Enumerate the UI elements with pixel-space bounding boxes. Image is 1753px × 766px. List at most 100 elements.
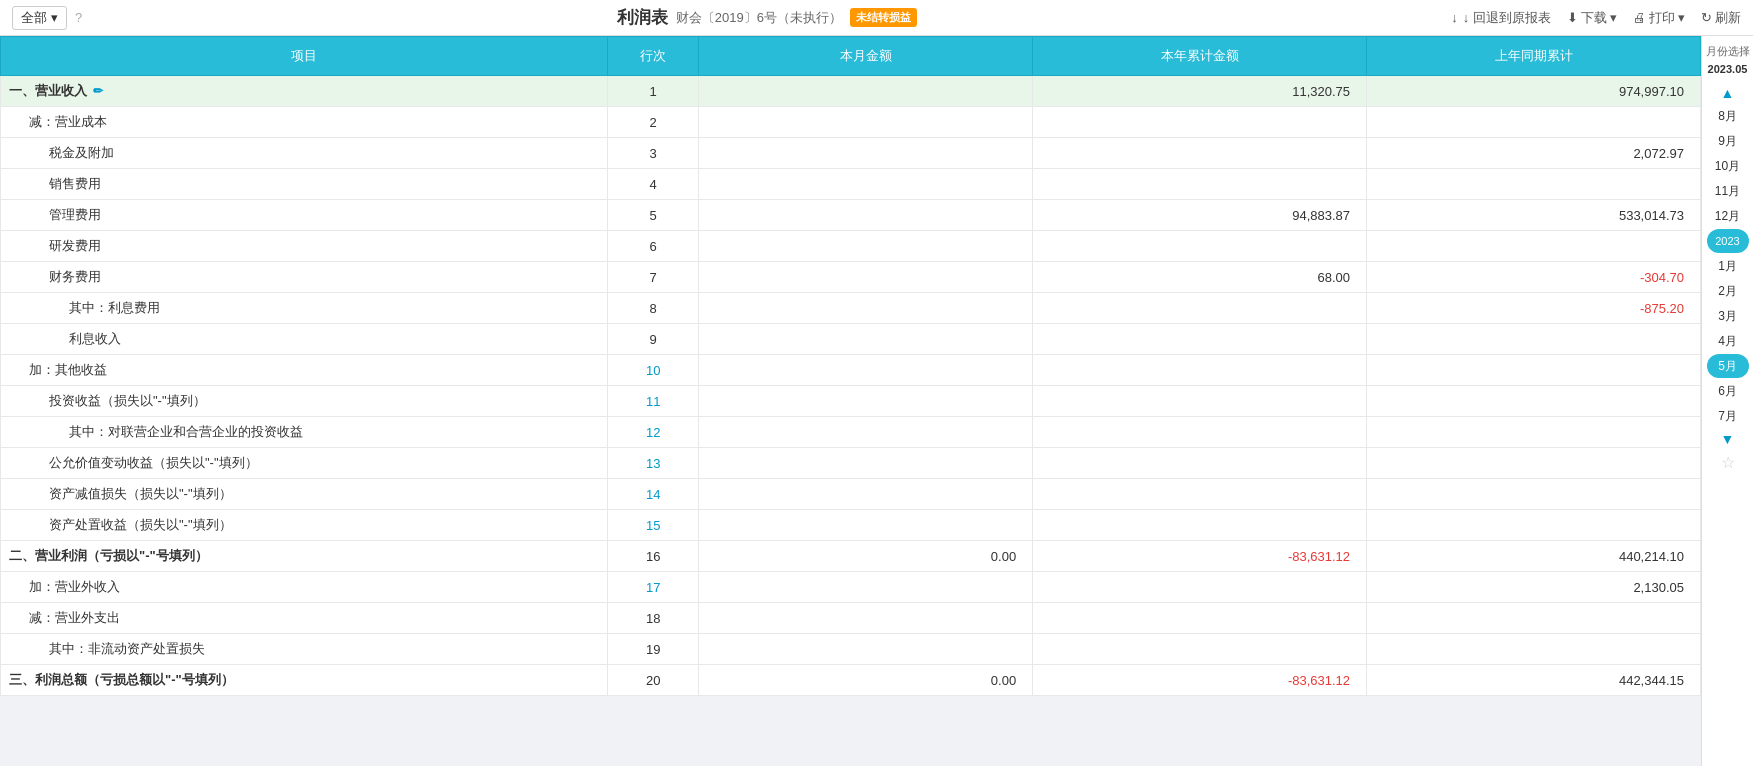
table-row: 公允价值变动收益（损失以"-"填列）13 bbox=[1, 448, 1701, 479]
table-row: 财务费用768.00-304.70 bbox=[1, 262, 1701, 293]
month-item[interactable]: 4月 bbox=[1707, 329, 1749, 353]
cell-month bbox=[699, 479, 1033, 510]
cell-rownum: 1 bbox=[608, 76, 699, 107]
col-header-rownum: 行次 bbox=[608, 37, 699, 76]
table-row: 减：营业成本2 bbox=[1, 107, 1701, 138]
cell-month bbox=[699, 355, 1033, 386]
cell-item: 研发费用 bbox=[1, 231, 608, 262]
cell-rownum[interactable]: 11 bbox=[608, 386, 699, 417]
table-row: 销售费用4 bbox=[1, 169, 1701, 200]
cell-year bbox=[1033, 634, 1367, 665]
month-item[interactable]: 3月 bbox=[1707, 304, 1749, 328]
cell-month bbox=[699, 510, 1033, 541]
cell-item: 销售费用 bbox=[1, 169, 608, 200]
cell-rownum[interactable]: 10 bbox=[608, 355, 699, 386]
cell-month bbox=[699, 107, 1033, 138]
month-item[interactable]: 2023 bbox=[1707, 229, 1749, 253]
cell-month: 0.00 bbox=[699, 665, 1033, 696]
month-selector-label: 月份选择 bbox=[1706, 44, 1750, 59]
cell-year bbox=[1033, 510, 1367, 541]
cell-month bbox=[699, 448, 1033, 479]
cell-prev: 2,130.05 bbox=[1367, 572, 1701, 603]
edit-icon[interactable]: ✏ bbox=[93, 84, 103, 98]
cell-month bbox=[699, 262, 1033, 293]
cell-item: 加：其他收益 bbox=[1, 355, 608, 386]
cell-rownum: 4 bbox=[608, 169, 699, 200]
table-row: 投资收益（损失以"-"填列）11 bbox=[1, 386, 1701, 417]
cell-prev bbox=[1367, 603, 1701, 634]
cell-rownum[interactable]: 15 bbox=[608, 510, 699, 541]
download-button[interactable]: ⬇ 下载 ▾ bbox=[1567, 9, 1617, 27]
cell-rownum: 2 bbox=[608, 107, 699, 138]
month-item[interactable]: 12月 bbox=[1707, 204, 1749, 228]
cell-month bbox=[699, 634, 1033, 665]
cell-item: 其中：对联营企业和合营企业的投资收益 bbox=[1, 417, 608, 448]
cell-rownum: 9 bbox=[608, 324, 699, 355]
month-item[interactable]: 8月 bbox=[1707, 104, 1749, 128]
cell-year bbox=[1033, 107, 1367, 138]
back-label: ↓ 回退到原报表 bbox=[1463, 9, 1551, 27]
table-row: 一、营业收入✏111,320.75974,997.10 bbox=[1, 76, 1701, 107]
cell-rownum: 19 bbox=[608, 634, 699, 665]
cell-rownum: 5 bbox=[608, 200, 699, 231]
print-button[interactable]: 🖨 打印 ▾ bbox=[1633, 9, 1685, 27]
cell-prev: 442,344.15 bbox=[1367, 665, 1701, 696]
cell-year bbox=[1033, 479, 1367, 510]
table-row: 研发费用6 bbox=[1, 231, 1701, 262]
report-table: 项目 行次 本月金额 本年累计金额 上年同期累计 一、营业收入✏111,320.… bbox=[0, 36, 1701, 696]
month-item[interactable]: 6月 bbox=[1707, 379, 1749, 403]
back-icon: ↓ bbox=[1451, 10, 1458, 25]
month-selector-year: 2023.05 bbox=[1708, 63, 1748, 75]
cell-year bbox=[1033, 572, 1367, 603]
refresh-button[interactable]: ↻ 刷新 bbox=[1701, 9, 1741, 27]
month-item[interactable]: 5月 bbox=[1707, 354, 1749, 378]
cell-rownum[interactable]: 14 bbox=[608, 479, 699, 510]
cell-prev: 533,014.73 bbox=[1367, 200, 1701, 231]
cell-rownum: 20 bbox=[608, 665, 699, 696]
cell-prev bbox=[1367, 107, 1701, 138]
cell-prev bbox=[1367, 417, 1701, 448]
cell-rownum: 6 bbox=[608, 231, 699, 262]
cell-year bbox=[1033, 355, 1367, 386]
month-nav-up[interactable]: ▲ bbox=[1714, 83, 1742, 103]
table-header-row: 项目 行次 本月金额 本年累计金额 上年同期累计 bbox=[1, 37, 1701, 76]
cell-rownum[interactable]: 12 bbox=[608, 417, 699, 448]
table-row: 减：营业外支出18 bbox=[1, 603, 1701, 634]
refresh-icon: ↻ bbox=[1701, 10, 1712, 25]
month-item[interactable]: 1月 bbox=[1707, 254, 1749, 278]
scope-selector[interactable]: 全部 ▾ bbox=[12, 6, 67, 30]
cell-prev bbox=[1367, 355, 1701, 386]
back-button[interactable]: ↓ ↓ 回退到原报表 bbox=[1451, 9, 1551, 27]
cell-month bbox=[699, 324, 1033, 355]
report-title: 利润表 bbox=[617, 6, 668, 29]
cell-year bbox=[1033, 603, 1367, 634]
top-bar-left: 全部 ▾ ? bbox=[12, 6, 82, 30]
table-row: 其中：对联营企业和合营企业的投资收益12 bbox=[1, 417, 1701, 448]
cell-prev bbox=[1367, 448, 1701, 479]
cell-year: -83,631.12 bbox=[1033, 665, 1367, 696]
cell-rownum[interactable]: 13 bbox=[608, 448, 699, 479]
help-icon[interactable]: ? bbox=[75, 10, 82, 25]
month-nav-down[interactable]: ▼ bbox=[1714, 429, 1742, 449]
favorite-icon[interactable]: ☆ bbox=[1721, 453, 1735, 472]
cell-month bbox=[699, 603, 1033, 634]
table-row: 加：其他收益10 bbox=[1, 355, 1701, 386]
col-header-year: 本年累计金额 bbox=[1033, 37, 1367, 76]
cell-year bbox=[1033, 293, 1367, 324]
month-item[interactable]: 9月 bbox=[1707, 129, 1749, 153]
print-chevron: ▾ bbox=[1678, 10, 1685, 25]
col-header-month: 本月金额 bbox=[699, 37, 1033, 76]
print-icon: 🖨 bbox=[1633, 10, 1646, 25]
chevron-down-icon: ▾ bbox=[51, 10, 58, 25]
month-item[interactable]: 11月 bbox=[1707, 179, 1749, 203]
month-item[interactable]: 7月 bbox=[1707, 404, 1749, 428]
cell-rownum[interactable]: 17 bbox=[608, 572, 699, 603]
table-row: 利息收入9 bbox=[1, 324, 1701, 355]
cell-item: 税金及附加 bbox=[1, 138, 608, 169]
top-bar-center: 利润表 财会〔2019〕6号（未执行） 未结转损益 bbox=[617, 6, 917, 29]
status-badge: 未结转损益 bbox=[850, 8, 917, 27]
refresh-label: 刷新 bbox=[1715, 9, 1741, 27]
top-bar-right: ↓ ↓ 回退到原报表 ⬇ 下载 ▾ 🖨 打印 ▾ ↻ 刷新 bbox=[1451, 9, 1741, 27]
month-item[interactable]: 10月 bbox=[1707, 154, 1749, 178]
month-item[interactable]: 2月 bbox=[1707, 279, 1749, 303]
